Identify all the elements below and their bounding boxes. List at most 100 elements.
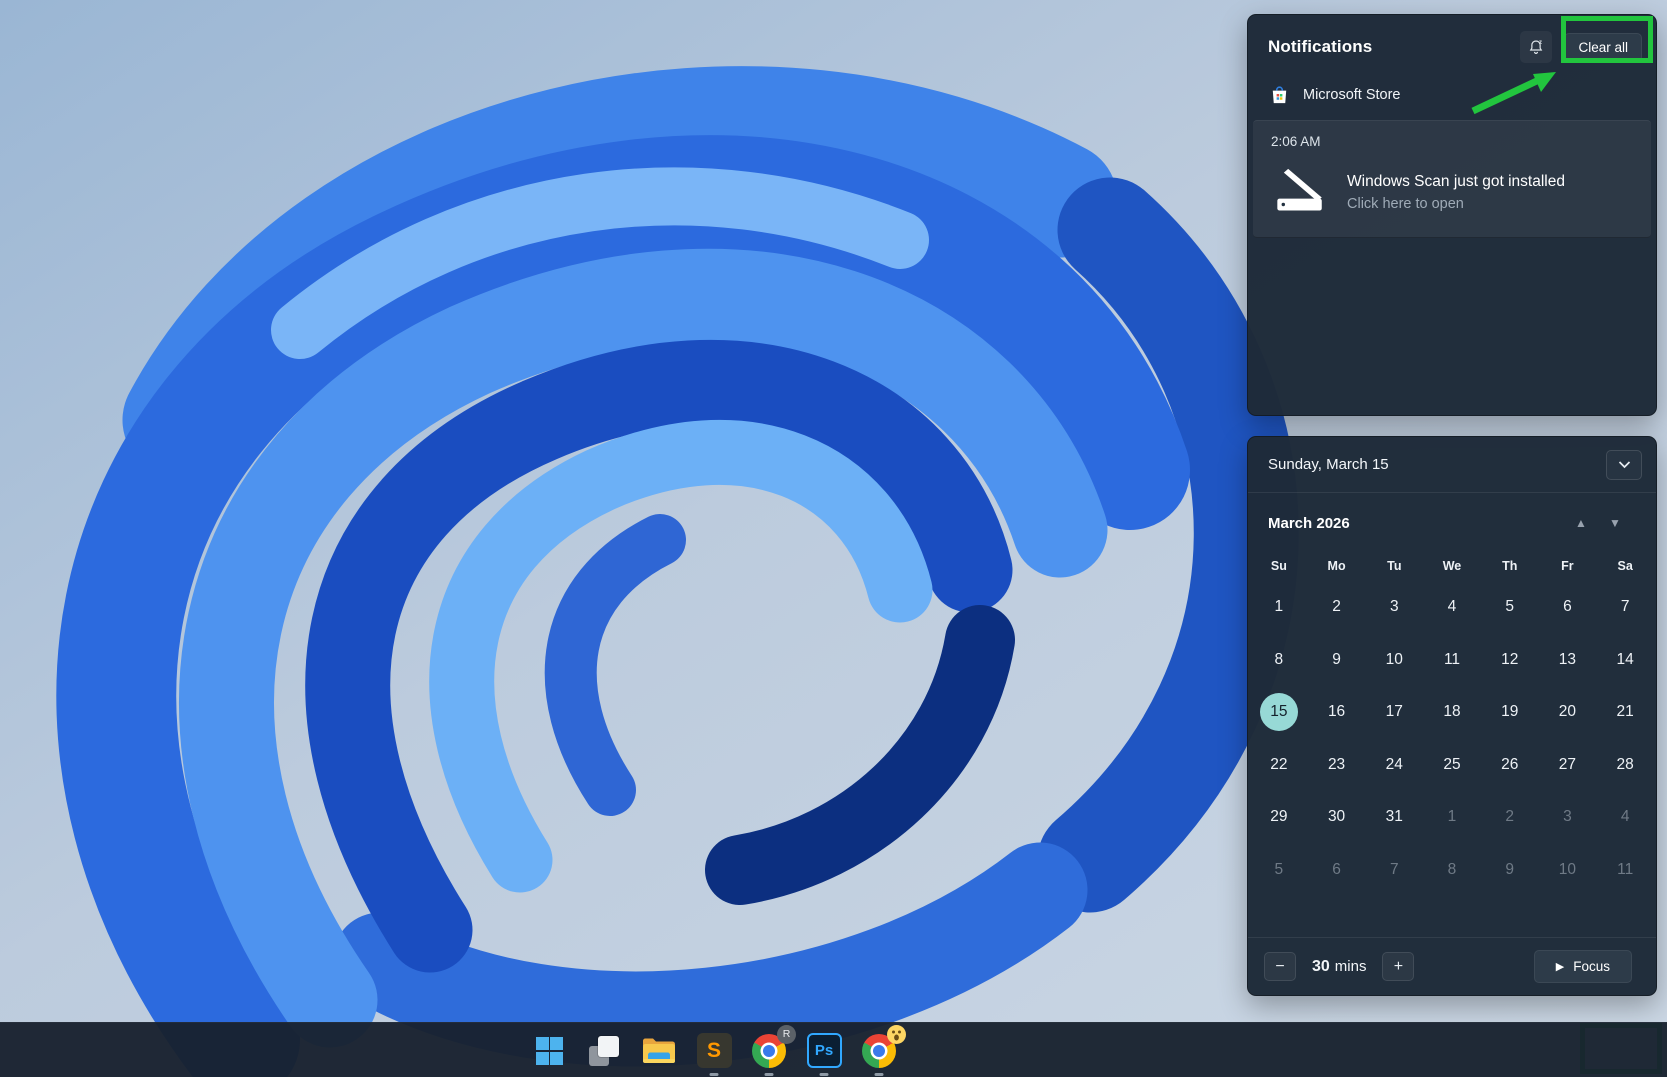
calendar-next-month-button[interactable]: ▼ (1598, 516, 1632, 530)
day-of-week-label: Tu (1387, 559, 1402, 573)
calendar-day[interactable]: 2 (1308, 581, 1366, 634)
calendar-day[interactable]: 5 (1481, 581, 1539, 634)
calendar-day[interactable]: 3 (1539, 791, 1597, 844)
play-icon: ▶ (1555, 961, 1565, 973)
calendar-day[interactable]: 22 (1250, 739, 1308, 792)
calendar-day[interactable]: 7 (1596, 581, 1654, 634)
focus-session-row: − 30 mins + ▶ Focus (1248, 937, 1656, 995)
day-of-week-label: Fr (1561, 559, 1574, 573)
bell-snooze-icon: z (1530, 40, 1543, 54)
calendar-day[interactable]: 6 (1539, 581, 1597, 634)
desktop: Notifications z Clear all Microsoft Stor… (0, 0, 1667, 1077)
do-not-disturb-button[interactable]: z (1520, 31, 1553, 63)
task-view-button[interactable] (584, 1031, 624, 1071)
notifications-header: Notifications z Clear all (1248, 15, 1656, 71)
calendar-day[interactable]: 7 (1365, 844, 1423, 897)
calendar-day[interactable]: 28 (1596, 739, 1654, 792)
calendar-day[interactable]: 1 (1423, 791, 1481, 844)
day-of-week-label: Th (1502, 559, 1518, 573)
microsoft-store-icon (1272, 86, 1287, 104)
calendar-day[interactable]: 9 (1481, 844, 1539, 897)
calendar-day[interactable]: 27 (1539, 739, 1597, 792)
notification-card[interactable]: 2:06 AM Windows Scan just got installed … (1253, 120, 1651, 238)
calendar-day[interactable]: 3 (1365, 581, 1423, 634)
calendar-day[interactable]: 2 (1481, 791, 1539, 844)
folder-icon (643, 1038, 675, 1063)
start-button[interactable] (529, 1031, 569, 1071)
day-of-week-label: Su (1270, 559, 1287, 573)
focus-increase-button[interactable]: + (1382, 952, 1415, 981)
calendar-day[interactable]: 23 (1308, 739, 1366, 792)
calendar-day[interactable]: 13 (1539, 634, 1597, 687)
chrome-profile1-button[interactable]: R (749, 1024, 796, 1071)
taskbar: S R Ps (0, 1022, 1667, 1077)
calendar-day[interactable]: 26 (1481, 739, 1539, 792)
calendar-day[interactable]: 8 (1250, 634, 1308, 687)
notification-action-link[interactable]: Click here to open (1347, 196, 1565, 212)
calendar-day-of-week-row: Su Mo Tu We Th Fr Sa (1248, 551, 1656, 581)
day-of-week-label: We (1442, 559, 1462, 573)
photoshop-button[interactable]: Ps (804, 1031, 844, 1071)
focus-start-button[interactable]: ▶ Focus (1533, 950, 1632, 983)
calendar-day[interactable]: 5 (1250, 844, 1308, 897)
clear-all-button[interactable]: Clear all (1564, 32, 1642, 62)
taskbar-app-icons: S R Ps (529, 1023, 906, 1077)
chevron-down-icon (1618, 461, 1630, 469)
calendar-day[interactable]: 9 (1308, 634, 1366, 687)
calendar-day[interactable]: 29 (1250, 791, 1308, 844)
day-of-week-label: Mo (1327, 559, 1346, 573)
scanner-icon (1277, 168, 1322, 211)
notification-title: Windows Scan just got installed (1347, 173, 1565, 190)
calendar-day[interactable]: 4 (1423, 581, 1481, 634)
calendar-day[interactable]: 11 (1423, 634, 1481, 687)
calendar-day[interactable]: 4 (1596, 791, 1654, 844)
focus-decrease-button[interactable]: − (1264, 952, 1296, 981)
photoshop-icon: Ps (806, 1033, 842, 1068)
calendar-day[interactable]: 17 (1365, 686, 1423, 739)
calendar-day[interactable]: 10 (1539, 844, 1597, 897)
focus-duration-value: 30 (1312, 957, 1330, 975)
notifications-panel: Notifications z Clear all Microsoft Stor… (1247, 14, 1657, 416)
calendar-day[interactable]: 10 (1365, 634, 1423, 687)
focus-button-label: Focus (1573, 959, 1610, 974)
calendar-collapse-button[interactable] (1606, 449, 1642, 480)
calendar-day[interactable]: 8 (1423, 844, 1481, 897)
calendar-day[interactable]: 31 (1365, 791, 1423, 844)
calendar-day[interactable]: 24 (1365, 739, 1423, 792)
chrome-profile-badge: R (777, 1024, 796, 1044)
calendar-day[interactable]: 6 (1308, 844, 1366, 897)
calendar-day[interactable]: 14 (1596, 634, 1654, 687)
sublime-text-icon: S (696, 1033, 732, 1068)
calendar-day[interactable]: 21 (1596, 686, 1654, 739)
windows-logo-icon (535, 1037, 563, 1065)
calendar-day[interactable]: 30 (1308, 791, 1366, 844)
notification-group-header[interactable]: Microsoft Store (1248, 71, 1656, 118)
task-view-icon (589, 1035, 619, 1066)
focus-duration-unit: mins (1334, 957, 1367, 975)
calendar-day[interactable]: 20 (1539, 686, 1597, 739)
calendar-month-label: March 2026 (1268, 514, 1350, 532)
calendar-day[interactable]: 1 (1250, 581, 1308, 634)
calendar-day[interactable]: 16 (1308, 686, 1366, 739)
file-explorer-button[interactable] (639, 1031, 679, 1071)
notification-source-app: Microsoft Store (1303, 86, 1401, 103)
calendar-day[interactable]: 25 (1423, 739, 1481, 792)
notifications-title: Notifications (1268, 37, 1373, 56)
svg-text:z: z (1539, 40, 1542, 46)
day-of-week-label: Sa (1617, 559, 1633, 573)
notification-time: 2:06 AM (1271, 134, 1321, 149)
focus-duration-label: 30 mins (1312, 958, 1366, 976)
calendar-flyout: Sunday, March 15 March 2026 ▲ ▼ Su Mo Tu We… (1247, 436, 1657, 996)
sublime-text-button[interactable]: S (694, 1031, 734, 1071)
calendar-day[interactable]: 11 (1596, 844, 1654, 897)
calendar-month-row: March 2026 ▲ ▼ (1248, 501, 1656, 545)
chrome-profile2-button[interactable] (859, 1024, 906, 1071)
calendar-day-grid: 1 2 3 4 5 6 7 8 9 10 11 12 13 14 15 16 17 18 19 20 21 22 23 24 2… (1248, 581, 1656, 896)
calendar-day[interactable]: 19 (1481, 686, 1539, 739)
calendar-day-selected[interactable]: 15 (1250, 686, 1308, 739)
calendar-day[interactable]: 12 (1481, 634, 1539, 687)
chrome-emoji-avatar (887, 1024, 906, 1044)
calendar-prev-month-button[interactable]: ▲ (1564, 516, 1598, 530)
calendar-day[interactable]: 18 (1423, 686, 1481, 739)
calendar-full-date: Sunday, March 15 (1268, 456, 1389, 473)
